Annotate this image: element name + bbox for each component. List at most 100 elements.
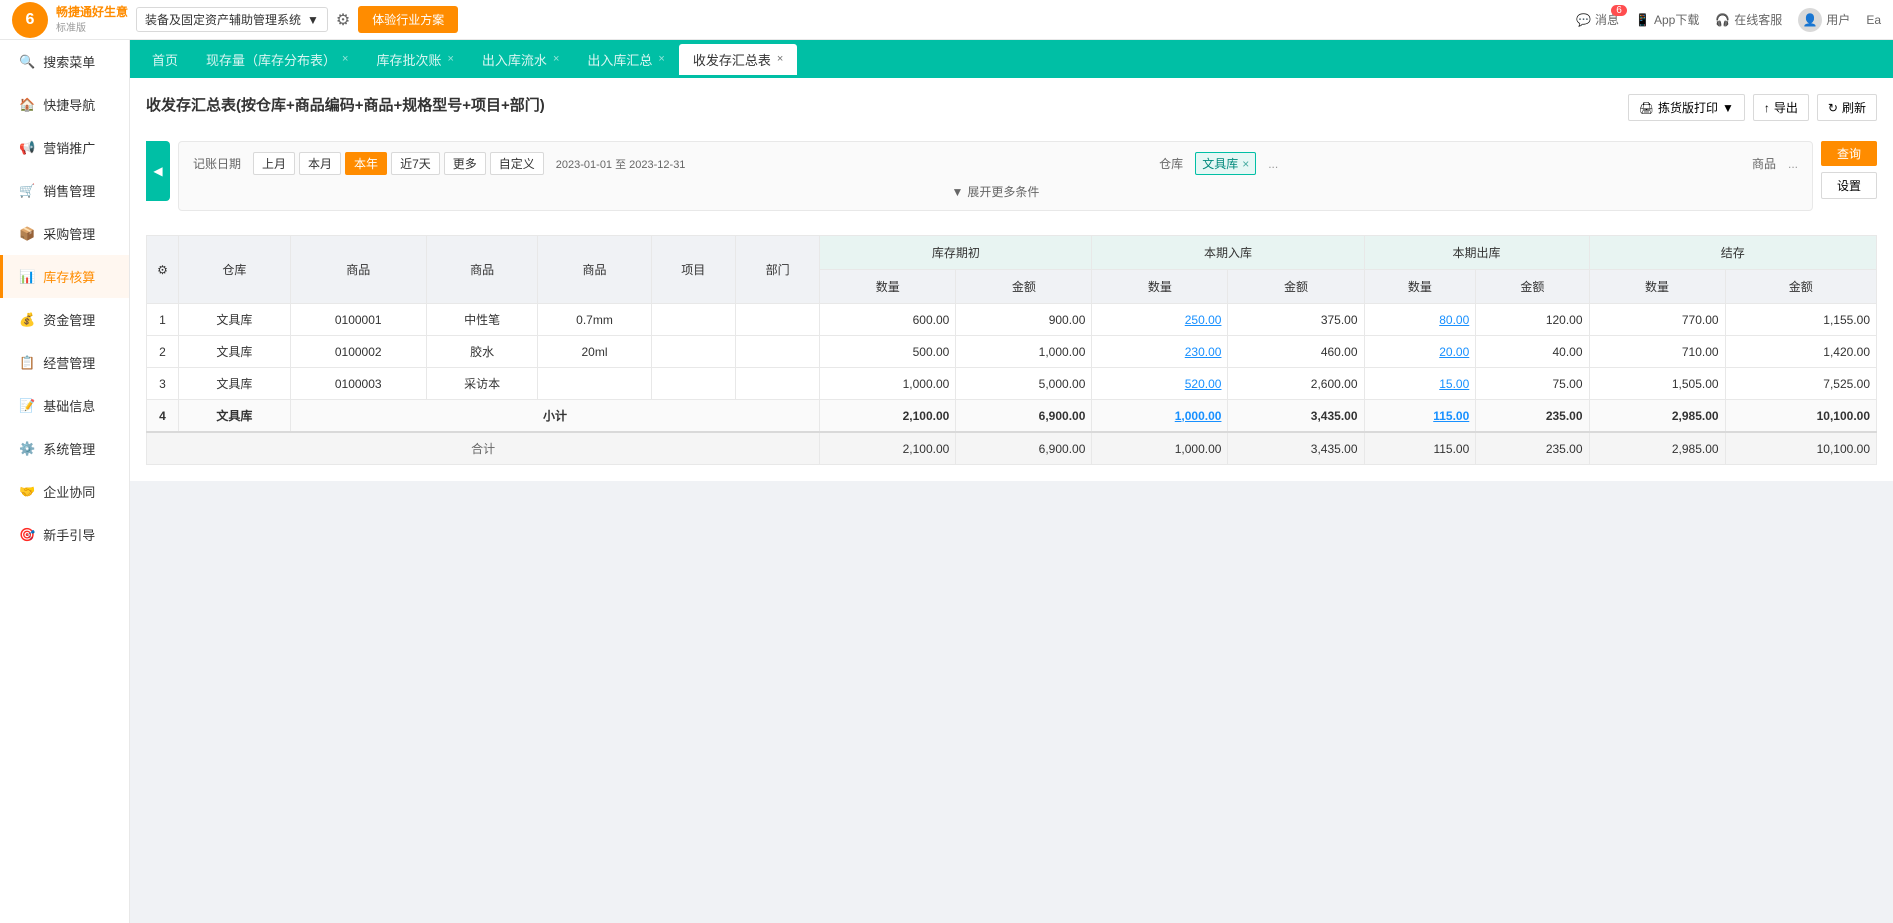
table-header-settings[interactable]: ⚙ (147, 236, 179, 304)
date-btn-7days[interactable]: 近7天 (391, 152, 440, 175)
tab-label-batch-accounts: 库存批次账 (376, 50, 441, 69)
tab-inventory-dist[interactable]: 现存量（库存分布表） × (192, 44, 362, 75)
tab-batch-accounts[interactable]: 库存批次账 × (362, 44, 467, 75)
top-header: 6 畅捷通好生意 标准版 装备及固定资产辅助管理系统 ▼ ⚙ 体验行业方案 💬 … (0, 0, 1893, 40)
sidebar-item-label-sales: 销售管理 (43, 181, 95, 200)
row-goods-name: 胶水 (426, 336, 538, 368)
tab-home[interactable]: 首页 (138, 44, 192, 75)
tab-recv-send-summary[interactable]: 收发存汇总表 × (679, 44, 797, 75)
date-btn-this-month[interactable]: 本月 (299, 152, 341, 175)
sidebar-item-operation[interactable]: 📋 经营管理 (0, 341, 129, 384)
tab-label-home: 首页 (152, 50, 178, 69)
sidebar-item-inventory[interactable]: 📊 库存核算 (0, 255, 129, 298)
tab-close-in-out-summary[interactable]: × (658, 54, 664, 65)
subtotal-out-amt: 235.00 (1476, 400, 1589, 433)
row-department (735, 336, 819, 368)
tab-in-out-summary[interactable]: 出入库汇总 × (573, 44, 678, 75)
subtotal-in-amt: 3,435.00 (1228, 400, 1364, 433)
row-department (735, 368, 819, 400)
row-in-qty[interactable]: 250.00 (1092, 304, 1228, 336)
online-service-item[interactable]: 🎧 在线客服 (1715, 11, 1782, 28)
row-out-qty[interactable]: 80.00 (1364, 304, 1476, 336)
filter-area: 记账日期 上月 本月 本年 近7天 更多 自定义 2023-01-01 至 20… (178, 141, 1813, 223)
total-closing-qty: 2,985.00 (1589, 432, 1725, 465)
goods-more[interactable]: ... (1788, 157, 1798, 171)
table-subheader-closing-qty: 数量 (1589, 270, 1725, 304)
sidebar-item-label-quick-nav: 快捷导航 (43, 95, 95, 114)
message-badge-item[interactable]: 💬 消息 6 (1576, 11, 1619, 28)
query-button[interactable]: 查询 (1821, 141, 1877, 166)
subtotal-warehouse: 文具库 (179, 400, 291, 433)
subtotal-in-qty[interactable]: 1,000.00 (1092, 400, 1228, 433)
row-closing-qty: 710.00 (1589, 336, 1725, 368)
row-no: 2 (147, 336, 179, 368)
row-out-amt: 40.00 (1476, 336, 1589, 368)
row-in-qty[interactable]: 230.00 (1092, 336, 1228, 368)
app-logo: 6 (12, 2, 48, 38)
sidebar-item-label-guide: 新手引导 (43, 525, 95, 544)
row-opening-amt: 1,000.00 (956, 336, 1092, 368)
experience-button[interactable]: 体验行业方案 (358, 6, 458, 33)
sidebar-item-finance[interactable]: 💰 资金管理 (0, 298, 129, 341)
tab-close-in-out-flow[interactable]: × (553, 54, 559, 65)
warehouse-tag[interactable]: 文具库 × (1195, 152, 1256, 175)
subtotal-out-qty[interactable]: 115.00 (1364, 400, 1476, 433)
sidebar-item-label-search: 搜索菜单 (43, 52, 95, 71)
tab-close-inventory-dist[interactable]: × (342, 54, 348, 65)
header-right: 💬 消息 6 📱 App下载 🎧 在线客服 👤 用户 Ea (1576, 8, 1881, 32)
table-header-goods-spec: 商品 (538, 236, 651, 304)
row-out-qty[interactable]: 20.00 (1364, 336, 1476, 368)
refresh-button[interactable]: ↻ 刷新 (1817, 94, 1877, 121)
filter-bar: 记账日期 上月 本月 本年 近7天 更多 自定义 2023-01-01 至 20… (178, 141, 1813, 211)
tab-in-out-flow[interactable]: 出入库流水 × (468, 44, 573, 75)
table-header-goods-code: 商品 (290, 236, 426, 304)
sidebar-item-quick-nav[interactable]: 🏠 快捷导航 (0, 83, 129, 126)
sidebar-item-search[interactable]: 🔍 搜索菜单 (0, 40, 129, 83)
row-out-qty[interactable]: 15.00 (1364, 368, 1476, 400)
total-label: 合计 (147, 432, 820, 465)
sidebar-item-guide[interactable]: 🎯 新手引导 (0, 513, 129, 556)
row-opening-amt: 5,000.00 (956, 368, 1092, 400)
header-left: 6 畅捷通好生意 标准版 装备及固定资产辅助管理系统 ▼ ⚙ 体验行业方案 (12, 2, 458, 38)
sidebar-item-purchase[interactable]: 📦 采购管理 (0, 212, 129, 255)
subtotal-closing-qty: 2,985.00 (1589, 400, 1725, 433)
filter-collapse-btn[interactable]: ◀ (146, 141, 170, 201)
refresh-label: 刷新 (1842, 99, 1866, 116)
row-in-qty[interactable]: 520.00 (1092, 368, 1228, 400)
table-header-in: 本期入库 (1092, 236, 1364, 270)
row-no: 3 (147, 368, 179, 400)
export-button[interactable]: ↑ 导出 (1753, 94, 1809, 121)
date-btn-custom[interactable]: 自定义 (490, 152, 544, 175)
user-item[interactable]: 👤 用户 (1798, 8, 1850, 32)
sidebar-item-marketing[interactable]: 📢 营销推广 (0, 126, 129, 169)
sidebar-item-sales[interactable]: 🛒 销售管理 (0, 169, 129, 212)
date-btn-last-month[interactable]: 上月 (253, 152, 295, 175)
warehouse-tag-close[interactable]: × (1242, 157, 1249, 171)
row-goods-code: 0100002 (290, 336, 426, 368)
app-download-item[interactable]: 📱 App下载 (1635, 11, 1699, 28)
system-title[interactable]: 装备及固定资产辅助管理系统 ▼ (136, 7, 328, 32)
sidebar-item-system[interactable]: ⚙️ 系统管理 (0, 427, 129, 470)
date-btn-more[interactable]: 更多 (444, 152, 486, 175)
sidebar: 🔍 搜索菜单 🏠 快捷导航 📢 营销推广 🛒 销售管理 📦 采购管理 📊 库存核… (0, 40, 130, 923)
total-in-qty: 1,000.00 (1092, 432, 1228, 465)
sidebar-item-collab[interactable]: 🤝 企业协同 (0, 470, 129, 513)
tab-close-batch-accounts[interactable]: × (447, 54, 453, 65)
print-button[interactable]: 🖨 拣货版打印 ▼ (1628, 94, 1745, 121)
tab-close-recv-send-summary[interactable]: × (777, 54, 783, 65)
sidebar-item-basic[interactable]: 📝 基础信息 (0, 384, 129, 427)
table-row: 2 文具库 0100002 胶水 20ml 500.00 1,000.00 23… (147, 336, 1877, 368)
table-header-opening: 库存期初 (820, 236, 1092, 270)
refresh-icon: ↻ (1828, 101, 1838, 115)
settings-small-button[interactable]: 设置 (1821, 172, 1877, 199)
warehouse-more[interactable]: ... (1268, 157, 1278, 171)
row-project (651, 304, 735, 336)
row-project (651, 368, 735, 400)
table-subheader-out-qty: 数量 (1364, 270, 1476, 304)
gear-icon[interactable]: ⚙ (336, 10, 350, 30)
collab-icon: 🤝 (19, 484, 35, 500)
tab-bar: 首页现存量（库存分布表） ×库存批次账 ×出入库流水 ×出入库汇总 ×收发存汇总… (130, 40, 1893, 78)
expand-conditions-btn[interactable]: ▼ 展开更多条件 (952, 183, 1040, 200)
table-header-out: 本期出库 (1364, 236, 1589, 270)
date-btn-this-year[interactable]: 本年 (345, 152, 387, 175)
